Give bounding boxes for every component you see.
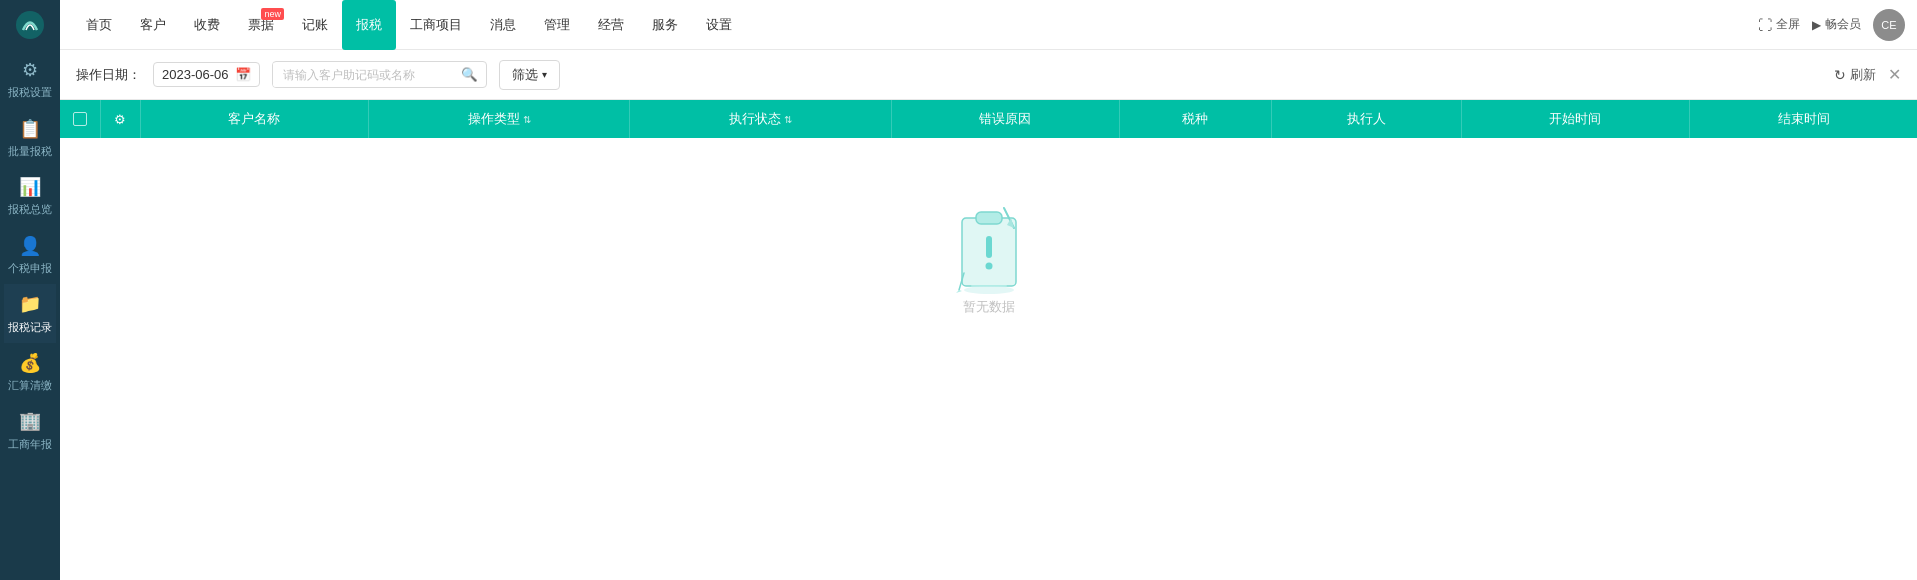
nav-item-operations[interactable]: 经营 xyxy=(584,0,638,50)
col-header-settings: ⚙ xyxy=(100,100,140,138)
nav-item-tax[interactable]: 报税 xyxy=(342,0,396,50)
col-label-exec_status: 执行状态⇅ xyxy=(729,110,792,128)
nav-item-business[interactable]: 工商项目 xyxy=(396,0,476,50)
fullscreen-icon: ⛶ xyxy=(1758,17,1772,33)
sidebar-item-tax-overview[interactable]: 📊 报税总览 xyxy=(4,167,56,226)
sidebar-icon-tax-records: 📁 xyxy=(19,292,41,317)
fullscreen-btn[interactable]: ⛶ 全屏 xyxy=(1758,16,1800,33)
sidebar-label-batch-tax: 批量报税 xyxy=(8,144,52,159)
sort-icon-exec_status: ⇅ xyxy=(784,114,792,125)
col-label-tax_type: 税种 xyxy=(1182,111,1208,126)
nav-item-services[interactable]: 服务 xyxy=(638,0,692,50)
nav-item-settings[interactable]: 设置 xyxy=(692,0,746,50)
date-picker[interactable]: 2023-06-06 📅 xyxy=(153,62,260,87)
sidebar-label-tax-records: 报税记录 xyxy=(8,320,52,335)
col-header-start_time: 开始时间 xyxy=(1461,100,1690,138)
sidebar-item-annual-report[interactable]: 🏢 工商年报 xyxy=(4,401,56,460)
member-label: 畅会员 xyxy=(1825,16,1861,33)
filter-label: 筛选 xyxy=(512,66,538,84)
sidebar-label-tax-settings: 报税设置 xyxy=(8,85,52,100)
col-header-tax_type: 税种 xyxy=(1120,100,1271,138)
member-btn[interactable]: ▶ 畅会员 xyxy=(1812,16,1861,33)
sidebar-icon-tax-overview: 📊 xyxy=(19,175,41,200)
records-table: ⚙ 客户名称 操作类型⇅ 执行状态⇅ 错误原因 税种 执行人 开始时间 结束时间 xyxy=(60,100,1917,138)
sidebar-icon-tax-settings: ⚙ xyxy=(22,58,38,83)
sidebar-label-settlement: 汇算清缴 xyxy=(8,378,52,393)
svg-rect-2 xyxy=(976,212,1002,224)
chevron-down-icon: ▾ xyxy=(542,69,547,80)
sidebar-icon-batch-tax: 📋 xyxy=(19,117,41,142)
col-label-start_time: 开始时间 xyxy=(1549,111,1601,126)
col-label-error_reason: 错误原因 xyxy=(979,111,1031,126)
app-logo[interactable] xyxy=(0,0,60,50)
nav-items: 首页客户收费票据new记账报税工商项目消息管理经营服务设置 xyxy=(72,0,1758,50)
settings-icon[interactable]: ⚙ xyxy=(114,112,126,127)
filter-button[interactable]: 筛选 ▾ xyxy=(499,60,560,90)
play-icon: ▶ xyxy=(1812,18,1821,32)
table-wrapper: ⚙ 客户名称 操作类型⇅ 执行状态⇅ 错误原因 税种 执行人 开始时间 结束时间 xyxy=(60,100,1917,580)
sidebar-icon-personal-tax: 👤 xyxy=(19,234,41,259)
toolbar-right: ↻ 刷新 ✕ xyxy=(1834,65,1901,84)
refresh-icon: ↻ xyxy=(1834,67,1846,83)
svg-point-8 xyxy=(964,286,1014,294)
svg-rect-3 xyxy=(986,236,992,258)
nav-item-customer[interactable]: 客户 xyxy=(126,0,180,50)
col-header-error_reason: 错误原因 xyxy=(891,100,1120,138)
refresh-label: 刷新 xyxy=(1850,66,1876,84)
empty-state: 暂无数据 xyxy=(60,138,1917,376)
search-button[interactable]: 🔍 xyxy=(453,62,486,87)
col-label-customer: 客户名称 xyxy=(228,111,280,126)
calendar-icon: 📅 xyxy=(235,67,251,82)
sidebar-label-tax-overview: 报税总览 xyxy=(8,202,52,217)
nav-item-fees[interactable]: 收费 xyxy=(180,0,234,50)
sidebar-item-batch-tax[interactable]: 📋 批量报税 xyxy=(4,109,56,168)
nav-item-management[interactable]: 管理 xyxy=(530,0,584,50)
col-label-end_time: 结束时间 xyxy=(1778,111,1830,126)
user-avatar[interactable]: CE xyxy=(1873,9,1905,41)
select-all-checkbox[interactable] xyxy=(73,112,87,126)
sort-icon-op_type: ⇅ xyxy=(523,114,531,125)
date-value: 2023-06-06 xyxy=(162,67,229,82)
toolbar: 操作日期： 2023-06-06 📅 🔍 筛选 ▾ ↻ 刷新 ✕ xyxy=(60,50,1917,100)
col-label-executor: 执行人 xyxy=(1347,111,1386,126)
search-icon: 🔍 xyxy=(461,67,478,82)
col-header-op_type[interactable]: 操作类型⇅ xyxy=(369,100,630,138)
sidebar-icon-settlement: 💰 xyxy=(19,351,41,376)
nav-right: ⛶ 全屏 ▶ 畅会员 CE xyxy=(1758,9,1905,41)
sidebar-label-annual-report: 工商年报 xyxy=(8,437,52,452)
sidebar-item-tax-settings[interactable]: ⚙ 报税设置 xyxy=(4,50,56,109)
close-button[interactable]: ✕ xyxy=(1888,65,1901,84)
col-label-op_type: 操作类型⇅ xyxy=(468,110,531,128)
col-header-executor: 执行人 xyxy=(1271,100,1461,138)
empty-illustration xyxy=(944,198,1034,298)
top-nav: 首页客户收费票据new记账报税工商项目消息管理经营服务设置 ⛶ 全屏 ▶ 畅会员… xyxy=(60,0,1917,50)
svg-marker-10 xyxy=(956,290,962,293)
main-area: 首页客户收费票据new记账报税工商项目消息管理经营服务设置 ⛶ 全屏 ▶ 畅会员… xyxy=(60,0,1917,580)
nav-item-accounting[interactable]: 记账 xyxy=(288,0,342,50)
svg-point-4 xyxy=(985,263,992,270)
badge-new-invoice: new xyxy=(261,8,284,21)
nav-item-invoice[interactable]: 票据new xyxy=(234,0,288,50)
col-header-end_time: 结束时间 xyxy=(1690,100,1917,138)
search-box: 🔍 xyxy=(272,61,487,88)
sidebar-item-personal-tax[interactable]: 👤 个税申报 xyxy=(4,226,56,285)
col-header-checkbox xyxy=(60,100,100,138)
content-area: 操作日期： 2023-06-06 📅 🔍 筛选 ▾ ↻ 刷新 ✕ xyxy=(60,50,1917,580)
nav-item-home[interactable]: 首页 xyxy=(72,0,126,50)
sidebar-icon-annual-report: 🏢 xyxy=(19,409,41,434)
col-header-customer: 客户名称 xyxy=(140,100,369,138)
date-label: 操作日期： xyxy=(76,66,141,84)
fullscreen-label: 全屏 xyxy=(1776,16,1800,33)
nav-item-messages[interactable]: 消息 xyxy=(476,0,530,50)
sidebar-label-personal-tax: 个税申报 xyxy=(8,261,52,276)
refresh-button[interactable]: ↻ 刷新 xyxy=(1834,66,1876,84)
empty-text: 暂无数据 xyxy=(963,298,1015,316)
sidebar: ⚙ 报税设置 📋 批量报税 📊 报税总览 👤 个税申报 📁 报税记录 💰 汇算清缴 🏢 工商年报 xyxy=(0,0,60,580)
user-initials: CE xyxy=(1881,19,1896,31)
search-input[interactable] xyxy=(273,63,453,87)
sidebar-item-tax-records[interactable]: 📁 报税记录 xyxy=(4,284,56,343)
sidebar-item-settlement[interactable]: 💰 汇算清缴 xyxy=(4,343,56,402)
col-header-exec_status[interactable]: 执行状态⇅ xyxy=(630,100,891,138)
